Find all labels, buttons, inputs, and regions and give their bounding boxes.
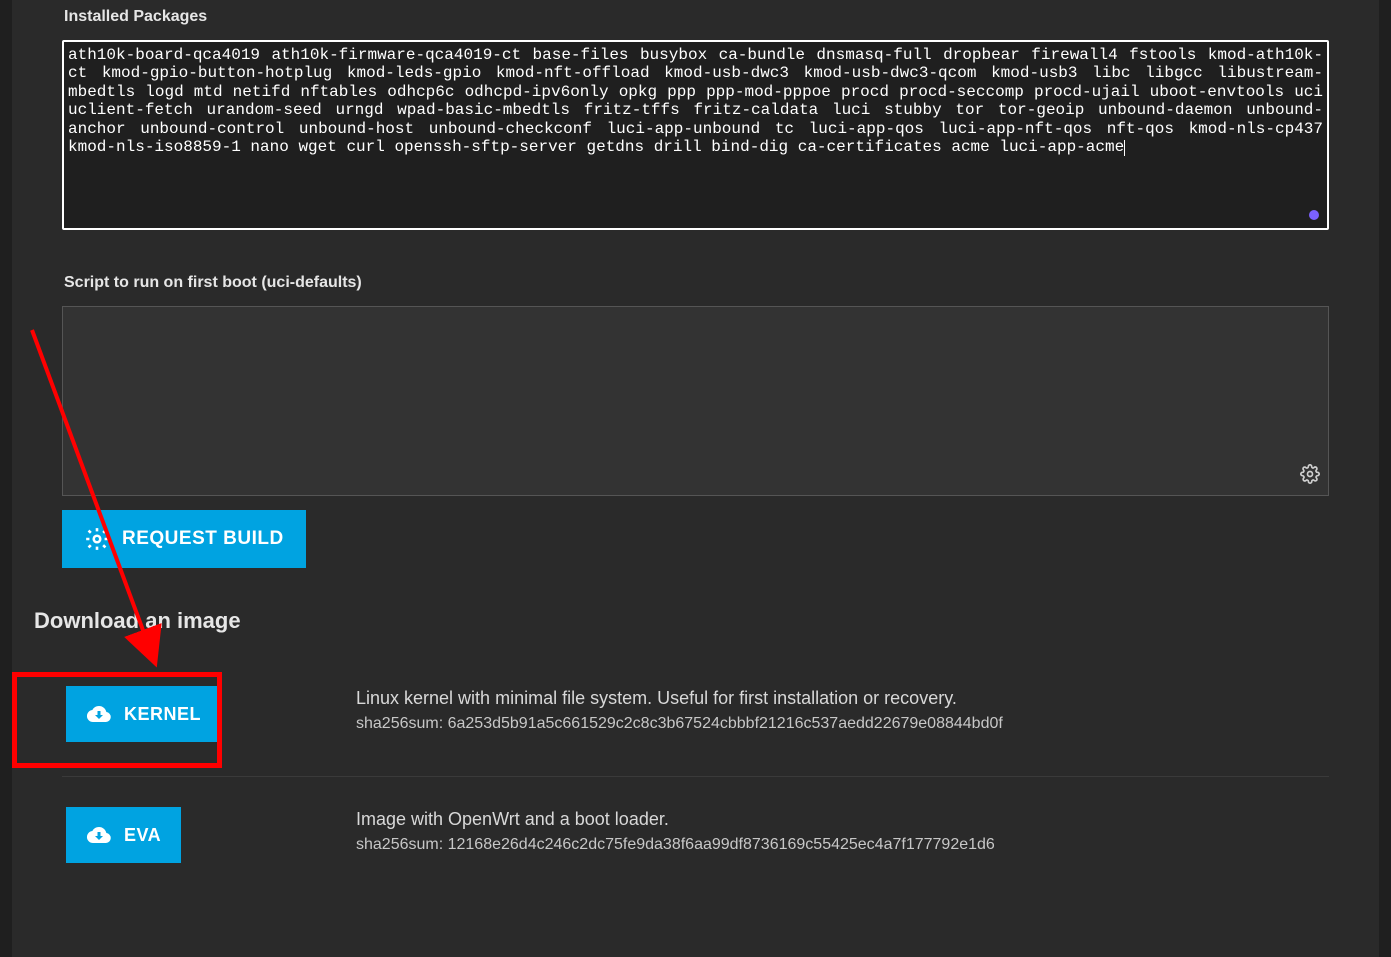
download-row-kernel: KERNEL Linux kernel with minimal file sy… bbox=[62, 656, 1329, 777]
build-icon bbox=[84, 526, 110, 552]
kernel-description: Linux kernel with minimal file system. U… bbox=[356, 688, 1325, 709]
installed-packages-text: ath10k-board-qca4019 ath10k-firmware-qca… bbox=[68, 46, 1323, 156]
resize-handle-dot[interactable] bbox=[1309, 210, 1319, 220]
uci-defaults-input[interactable] bbox=[62, 306, 1329, 496]
request-build-button[interactable]: REQUEST BUILD bbox=[62, 510, 306, 568]
eva-sha: sha256sum: 12168e26d4c246c2dc75fe9da38f6… bbox=[356, 836, 1325, 854]
installed-packages-input[interactable]: ath10k-board-qca4019 ath10k-firmware-qca… bbox=[62, 40, 1329, 230]
text-cursor bbox=[1124, 140, 1125, 156]
eva-download-button[interactable]: EVA bbox=[66, 807, 181, 863]
download-row-eva: EVA Image with OpenWrt and a boot loader… bbox=[62, 777, 1329, 897]
cloud-download-icon bbox=[86, 823, 112, 847]
installed-packages-label: Installed Packages bbox=[62, 0, 1329, 40]
kernel-download-button[interactable]: KERNEL bbox=[66, 686, 221, 742]
gear-icon[interactable] bbox=[1300, 464, 1320, 489]
download-heading: Download an image bbox=[34, 608, 1329, 634]
kernel-sha: sha256sum: 6a253d5b91a5c661529c2c8c3b675… bbox=[356, 715, 1325, 733]
eva-button-label: EVA bbox=[124, 825, 161, 846]
script-label: Script to run on first boot (uci-default… bbox=[62, 266, 1329, 306]
cloud-download-icon bbox=[86, 702, 112, 726]
eva-description: Image with OpenWrt and a boot loader. bbox=[356, 809, 1325, 830]
request-build-label: REQUEST BUILD bbox=[122, 528, 284, 550]
kernel-button-label: KERNEL bbox=[124, 704, 201, 725]
